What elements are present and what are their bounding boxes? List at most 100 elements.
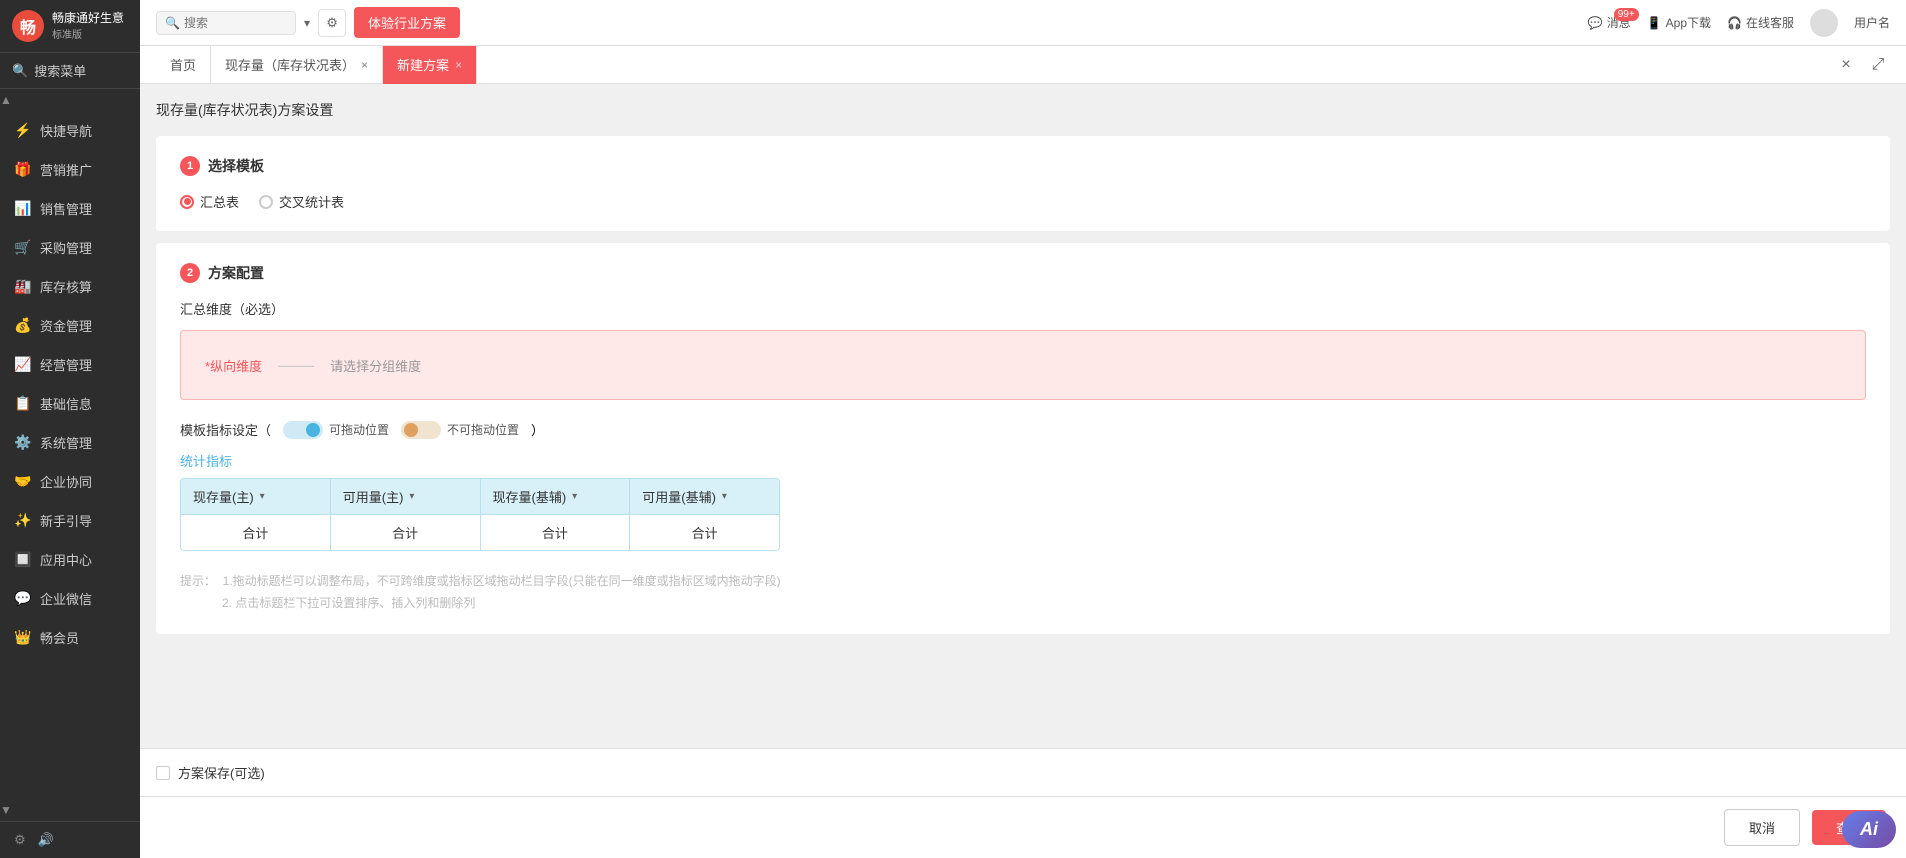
cancel-button[interactable]: 取消 [1724, 809, 1800, 846]
radio-summary-circle [180, 195, 194, 209]
sidebar-scroll-up[interactable]: ▲ [0, 89, 140, 111]
marketing-icon: 🎁 [14, 161, 32, 179]
toggle-draggable[interactable]: 可拖动位置 [283, 421, 389, 439]
industry-btn[interactable]: 体验行业方案 [354, 7, 460, 38]
page-title: 现存量(库存状况表)方案设置 [156, 100, 1890, 120]
tip2-row: 2. 点击标题栏下拉可设置排序、插入列和删除列 [180, 593, 1866, 615]
radio-cross[interactable]: 交叉统计表 [259, 192, 344, 211]
radio-summary-label: 汇总表 [200, 192, 239, 211]
sidebar-item-quick-nav[interactable]: ⚡ 快捷导航 [0, 111, 140, 150]
inventory-tab-label: 现存量（库存状况表） [225, 55, 355, 74]
toggle-not-draggable-box [401, 421, 441, 439]
online-service-label: 在线客服 [1746, 14, 1794, 31]
inventory-icon: 🏭 [14, 278, 32, 296]
sidebar-nav: ⚡ 快捷导航 🎁 营销推广 📊 销售管理 🛒 采购管理 🏭 库存核算 💰 资金管… [0, 111, 140, 799]
member-icon: 👑 [14, 629, 32, 647]
app-subtitle: 标准版 [52, 26, 124, 41]
save-label: 方案保存(可选) [178, 763, 265, 782]
save-row: 方案保存(可选) [140, 748, 1906, 796]
sidebar-item-operation[interactable]: 📈 经营管理 [0, 345, 140, 384]
online-service-btn[interactable]: 🎧 在线客服 [1727, 14, 1794, 31]
step1-badge: 1 [180, 156, 200, 176]
topbar-left: 🔍 ▾ ⚙ 体验行业方案 [156, 7, 1576, 38]
col-3-chevron[interactable]: ▾ [722, 491, 727, 502]
sidebar-item-label: 企业微信 [40, 589, 92, 608]
indicator-table-body: 合计 合计 合计 合计 [181, 514, 779, 550]
app-download-btn[interactable]: 📱 App下载 [1647, 14, 1711, 31]
topbar-dropdown-btn[interactable]: ▾ [304, 16, 310, 30]
tips-section: 提示： 1.拖动标题栏可以调整布局，不可跨维度或指标区域拖动栏目字段(只能在同一… [180, 571, 1866, 614]
save-checkbox[interactable] [156, 766, 170, 780]
sales-icon: 📊 [14, 200, 32, 218]
ai-badge[interactable]: Ai [1842, 811, 1896, 848]
inventory-tab-close[interactable]: × [361, 58, 368, 72]
dimension-row[interactable]: *纵向维度 —— 请选择分组维度 [180, 330, 1866, 400]
bottom-bar: 取消 查询 [140, 796, 1906, 858]
step2-badge: 2 [180, 263, 200, 283]
message-btn[interactable]: 💬 消息 99+ [1588, 14, 1631, 31]
sidebar-item-apps[interactable]: 🔲 应用中心 [0, 540, 140, 579]
tip-prefix: 提示： 1.拖动标题栏可以调整布局，不可跨维度或指标区域拖动栏目字段(只能在同一… [180, 571, 1866, 593]
indicator-col-3[interactable]: 可用量(基辅) ▾ [630, 479, 779, 514]
finance-icon: 💰 [14, 317, 32, 335]
sidebar-item-basic[interactable]: 📋 基础信息 [0, 384, 140, 423]
sidebar-item-label: 采购管理 [40, 238, 92, 257]
window-close-btn[interactable]: × [1834, 53, 1858, 77]
sidebar-item-marketing[interactable]: 🎁 营销推广 [0, 150, 140, 189]
app-download-label: App下载 [1666, 14, 1711, 31]
basic-icon: 📋 [14, 395, 32, 413]
quick-nav-icon: ⚡ [14, 122, 32, 140]
col-2-label: 现存量(基辅) [493, 487, 567, 506]
tab-new-scheme[interactable]: 新建方案 × [383, 46, 477, 84]
sidebar-item-sales[interactable]: 📊 销售管理 [0, 189, 140, 228]
indicator-col-0[interactable]: 现存量(主) ▾ [181, 479, 331, 514]
template-radio-group: 汇总表 交叉统计表 [180, 192, 1866, 211]
indicator-settings-suffix: ） [531, 420, 544, 439]
message-icon: 💬 [1588, 16, 1603, 30]
gear-icon: ⚙ [326, 15, 338, 31]
sidebar-item-system[interactable]: ⚙️ 系统管理 [0, 423, 140, 462]
sidebar-item-wechat[interactable]: 💬 企业微信 [0, 579, 140, 618]
col-2-chevron[interactable]: ▾ [572, 491, 577, 502]
sidebar-item-member[interactable]: 👑 畅会员 [0, 618, 140, 657]
tab-home[interactable]: 首页 [156, 46, 211, 84]
new-tab-close[interactable]: × [455, 58, 462, 72]
col-1-chevron[interactable]: ▾ [409, 491, 414, 502]
corp-icon: 🤝 [14, 473, 32, 491]
dimension-section-title: 汇总维度（必选） [180, 299, 1866, 318]
col-0-chevron[interactable]: ▾ [260, 491, 265, 502]
sidebar-item-inventory[interactable]: 🏭 库存核算 [0, 267, 140, 306]
logo-icon: 畅 [12, 10, 44, 42]
topbar-search-input[interactable] [184, 16, 284, 30]
sidebar-item-corp[interactable]: 🤝 企业协同 [0, 462, 140, 501]
new-tab-label: 新建方案 [397, 55, 449, 74]
guide-icon: ✨ [14, 512, 32, 530]
tab-inventory[interactable]: 现存量（库存状况表） × [211, 46, 383, 84]
sound-icon[interactable]: 🔊 [38, 832, 54, 848]
settings-icon[interactable]: ⚙ [14, 832, 26, 848]
step1-label: 选择模板 [208, 156, 264, 176]
topbar-gear-btn[interactable]: ⚙ [318, 9, 346, 37]
radio-summary[interactable]: 汇总表 [180, 192, 239, 211]
sidebar-item-finance[interactable]: 💰 资金管理 [0, 306, 140, 345]
indicator-settings-row: 模板指标设定（ 可拖动位置 不可拖动位置 ） [180, 420, 1866, 439]
sidebar-item-label: 企业协同 [40, 472, 92, 491]
sidebar-item-purchase[interactable]: 🛒 采购管理 [0, 228, 140, 267]
sidebar-scroll-down[interactable]: ▼ [0, 799, 140, 821]
tabs-actions: × ⤢ [1834, 53, 1890, 77]
indicator-col-2[interactable]: 现存量(基辅) ▾ [481, 479, 631, 514]
window-expand-btn[interactable]: ⤢ [1866, 53, 1890, 77]
toggle-not-draggable[interactable]: 不可拖动位置 [401, 421, 519, 439]
download-icon: 📱 [1647, 16, 1662, 30]
sidebar-item-label: 营销推广 [40, 160, 92, 179]
topbar-right: 💬 消息 99+ 📱 App下载 🎧 在线客服 用户名 [1588, 9, 1890, 37]
step2-label: 方案配置 [208, 263, 264, 283]
user-avatar [1810, 9, 1838, 37]
sidebar-item-label: 畅会员 [40, 628, 79, 647]
topbar-search-box[interactable]: 🔍 [156, 11, 296, 35]
indicator-col-1[interactable]: 可用量(主) ▾ [331, 479, 481, 514]
sidebar-search[interactable]: 🔍 搜索菜单 [0, 53, 140, 89]
system-icon: ⚙️ [14, 434, 32, 452]
dimension-separator: —— [278, 355, 314, 376]
sidebar-item-guide[interactable]: ✨ 新手引导 [0, 501, 140, 540]
